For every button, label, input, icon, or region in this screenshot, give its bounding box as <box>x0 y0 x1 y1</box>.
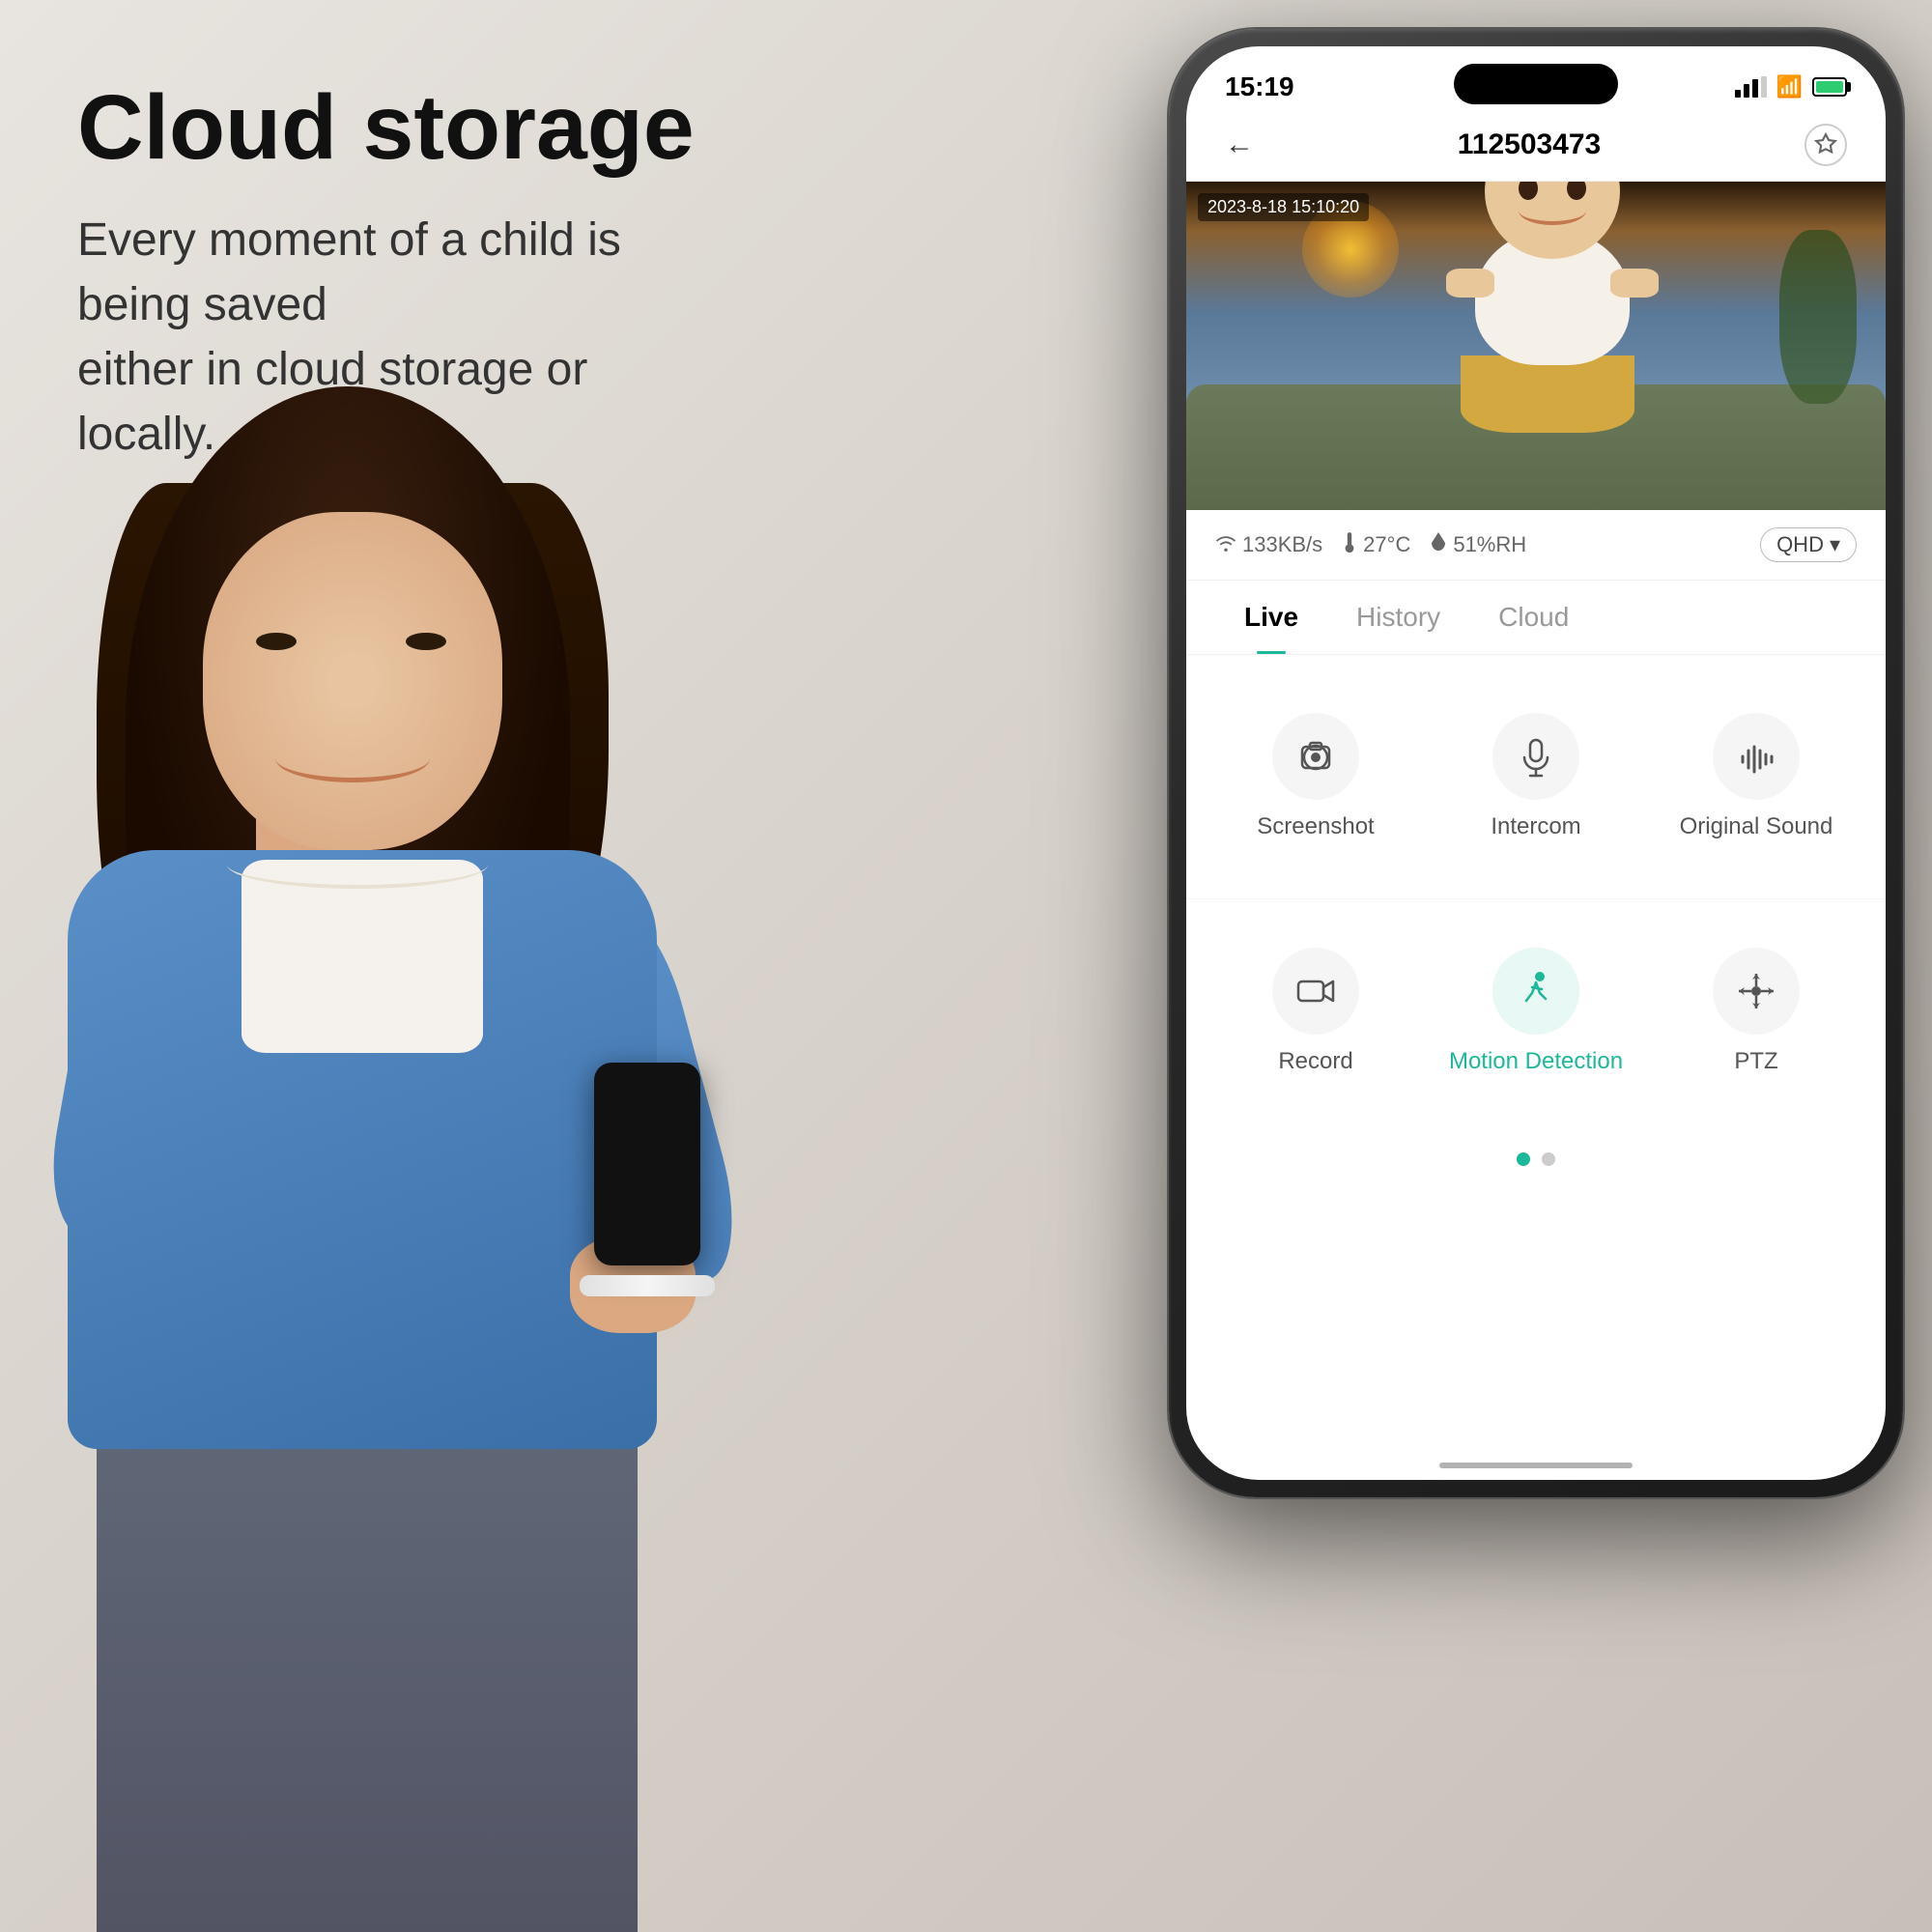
status-time: 15:19 <box>1225 71 1294 102</box>
record-icon <box>1294 970 1337 1012</box>
woman-photo <box>0 290 869 1932</box>
humidity-value: 51%RH <box>1453 532 1526 557</box>
ptz-icon-bg <box>1713 948 1800 1035</box>
controls-row-2: Record Motion Detection <box>1186 899 1886 1133</box>
temp-stat: 27°C <box>1342 531 1410 558</box>
signal-bar-4 <box>1761 76 1767 98</box>
video-feed: 2023-8-18 15:10:20 <box>1186 182 1886 510</box>
tab-live[interactable]: Live <box>1244 581 1298 654</box>
tab-history[interactable]: History <box>1356 581 1440 654</box>
motion-detection-label: Motion Detection <box>1449 1048 1623 1075</box>
headline: Cloud storage <box>77 77 695 179</box>
page-dots <box>1186 1133 1886 1185</box>
camera-id-title: 112503473 <box>1458 128 1602 161</box>
screenshot-label: Screenshot <box>1257 813 1374 840</box>
video-timestamp: 2023-8-18 15:10:20 <box>1198 193 1369 221</box>
humidity-icon <box>1430 531 1447 558</box>
signal-bars-icon <box>1735 76 1767 98</box>
battery-icon <box>1812 77 1847 97</box>
record-button[interactable]: Record <box>1206 919 1426 1104</box>
dynamic-island <box>1454 64 1618 104</box>
screenshot-button[interactable]: Screenshot <box>1206 684 1426 869</box>
motion-detection-button[interactable]: Motion Detection <box>1426 919 1646 1104</box>
record-icon-bg <box>1272 948 1359 1035</box>
intercom-label: Intercom <box>1491 813 1580 840</box>
signal-bar-1 <box>1735 90 1741 98</box>
back-button[interactable]: ← <box>1225 128 1254 161</box>
tab-bar: Live History Cloud <box>1186 581 1886 655</box>
quality-label: QHD <box>1776 532 1824 557</box>
signal-bar-2 <box>1744 84 1749 98</box>
signal-bar-3 <box>1752 79 1758 98</box>
intercom-icon <box>1515 735 1557 778</box>
temp-icon <box>1342 531 1357 558</box>
wifi-icon: 📶 <box>1776 74 1803 99</box>
temp-value: 27°C <box>1363 532 1410 557</box>
status-icons: 📶 <box>1735 74 1847 99</box>
home-indicator <box>1439 1463 1633 1468</box>
intercom-icon-bg <box>1492 713 1579 800</box>
original-sound-label: Original Sound <box>1680 813 1833 840</box>
page-dot-1[interactable] <box>1517 1152 1530 1166</box>
subtext: Every moment of a child is being saved e… <box>77 208 657 468</box>
ptz-button[interactable]: PTZ <box>1646 919 1866 1104</box>
phone-outer-shell: 15:19 📶 ← 1 <box>1169 29 1903 1497</box>
nav-bar: ← 112503473 <box>1186 109 1886 182</box>
network-value: 133KB/s <box>1242 532 1322 557</box>
battery-fill <box>1816 81 1843 93</box>
intercom-button[interactable]: Intercom <box>1426 684 1646 869</box>
plant <box>1779 230 1857 404</box>
motion-detection-icon-bg <box>1492 948 1579 1035</box>
screenshot-icon <box>1294 735 1337 778</box>
phone-screen: 15:19 📶 ← 1 <box>1186 46 1886 1480</box>
tab-cloud[interactable]: Cloud <box>1498 581 1569 654</box>
controls-row-1: Screenshot Intercom <box>1186 655 1886 899</box>
original-sound-icon <box>1735 735 1777 778</box>
stats-bar: 133KB/s 27°C 51%RH QHD ▾ <box>1186 510 1886 581</box>
ptz-label: PTZ <box>1734 1048 1777 1075</box>
quality-badge[interactable]: QHD ▾ <box>1760 527 1857 562</box>
network-stat: 133KB/s <box>1215 532 1322 557</box>
humidity-stat: 51%RH <box>1430 531 1526 558</box>
left-content: Cloud storage Every moment of a child is… <box>77 77 695 467</box>
baby-figure <box>1470 230 1634 433</box>
quality-arrow: ▾ <box>1830 532 1840 557</box>
ptz-icon <box>1735 970 1777 1012</box>
wifi-stat-icon <box>1215 532 1236 557</box>
phone-mockup: 15:19 📶 ← 1 <box>1169 29 1903 1497</box>
settings-button[interactable] <box>1804 124 1847 166</box>
screenshot-icon-bg <box>1272 713 1359 800</box>
original-sound-button[interactable]: Original Sound <box>1646 684 1866 869</box>
record-label: Record <box>1278 1048 1352 1075</box>
battery-tip <box>1847 82 1851 92</box>
motion-detection-icon <box>1515 970 1557 1012</box>
original-sound-icon-bg <box>1713 713 1800 800</box>
page-dot-2[interactable] <box>1542 1152 1555 1166</box>
